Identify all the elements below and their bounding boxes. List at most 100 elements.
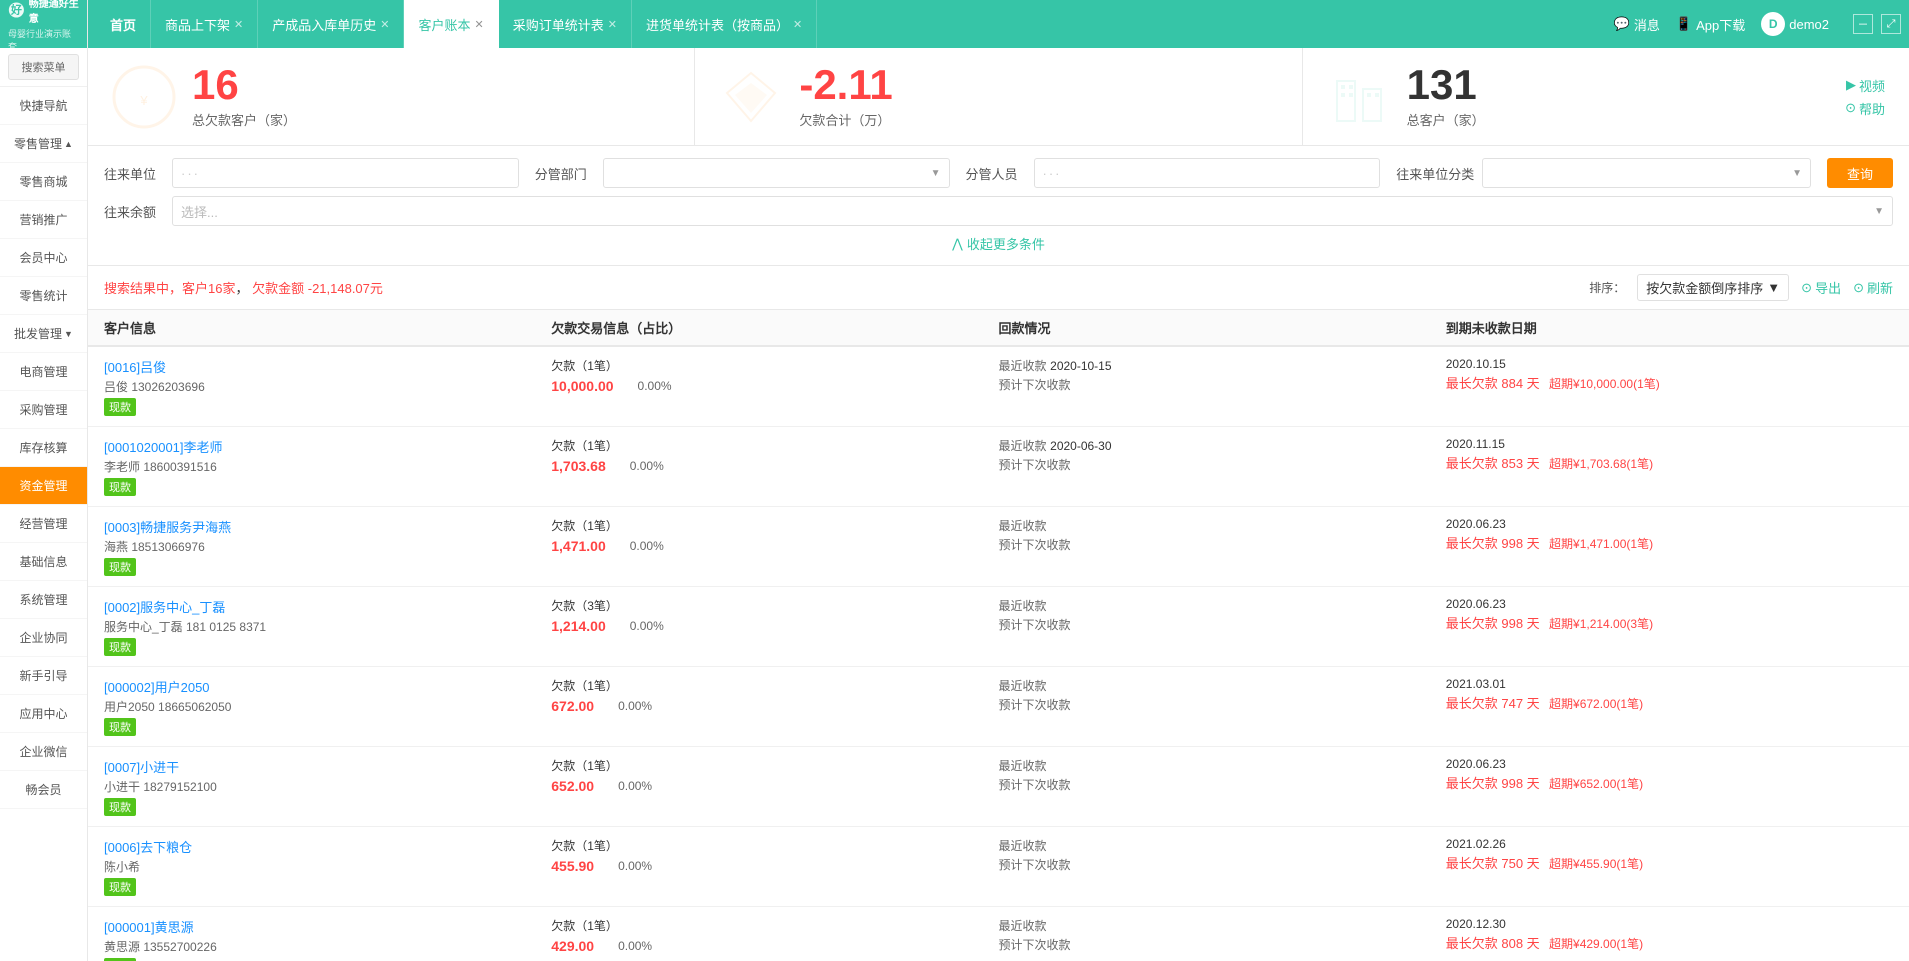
expire-cell-4: 2020.06.23 最长欠款 998 天 超期¥1,214.00(3笔): [1446, 597, 1893, 632]
filter-balance-placeholder: 选择...: [181, 202, 218, 221]
export-btn[interactable]: ⊙ 导出: [1801, 278, 1841, 297]
customer-code-8[interactable]: [000001]黄思源: [104, 920, 194, 935]
tab-purchase-summary[interactable]: 采购订单统计表 ✕: [499, 0, 632, 48]
sidebar-item-member2[interactable]: 畅会员: [0, 771, 87, 809]
sort-select[interactable]: 按欠款金额倒序排序 ▼: [1637, 274, 1789, 301]
sidebar-item-wholesale-mgmt[interactable]: 批发管理 ▼: [0, 315, 87, 353]
debt-pct-3: 0.00%: [630, 539, 664, 553]
app-download-btn[interactable]: 📱 App下载: [1676, 15, 1745, 34]
filter-balance-select[interactable]: 选择... ▼: [172, 196, 1893, 226]
sidebar-item-system[interactable]: 系统管理: [0, 581, 87, 619]
customer-code-5[interactable]: [000002]用户2050: [104, 680, 210, 695]
return-label-1: 最近收款: [999, 359, 1047, 373]
sidebar-item-inventory[interactable]: 库存核算: [0, 429, 87, 467]
overdue-link-7[interactable]: 超期¥455.90(1笔): [1549, 857, 1643, 871]
stat-number-debt-customers: 16: [192, 64, 670, 106]
collapse-label: 收起更多条件: [967, 234, 1045, 253]
sidebar-item-retail-mgmt[interactable]: 零售管理 ▲: [0, 125, 87, 163]
tab-home[interactable]: 首页: [96, 0, 151, 48]
filter-dept-label: 分管部门: [535, 164, 595, 183]
expire-cell-5: 2021.03.01 最长欠款 747 天 超期¥672.00(1笔): [1446, 677, 1893, 712]
overdue-link-1[interactable]: 超期¥10,000.00(1笔): [1549, 377, 1660, 391]
sidebar-item-ecommerce[interactable]: 电商管理: [0, 353, 87, 391]
sidebar-search[interactable]: 搜索菜单: [0, 48, 87, 87]
customer-code-3[interactable]: [0003]畅捷服务尹海燕: [104, 520, 231, 535]
help-btn[interactable]: ⊙ 帮助: [1845, 99, 1885, 118]
expire-date-7: 2021.02.26: [1446, 837, 1893, 851]
tab-close-icon[interactable]: ✕: [793, 18, 802, 31]
sidebar-item-retail-mall[interactable]: 零售商城: [0, 163, 87, 201]
sidebar-item-guide[interactable]: 新手引导: [0, 657, 87, 695]
sidebar-item-operations[interactable]: 经营管理: [0, 505, 87, 543]
tab-purchase-stats[interactable]: 进货单统计表（按商品） ✕: [632, 0, 817, 48]
debt-cell-4: 欠款（3笔） 1,214.00 0.00%: [551, 597, 998, 634]
sidebar-item-member[interactable]: 会员中心: [0, 239, 87, 277]
debt-row-6: 652.00 0.00%: [551, 778, 998, 794]
header-debt-info: 欠款交易信息（占比）: [551, 318, 998, 337]
filter-person: 分管人员 ···: [966, 158, 1381, 188]
result-actions: 排序： 按欠款金额倒序排序 ▼ ⊙ 导出 ⊙ 刷新: [1589, 274, 1893, 301]
search-button[interactable]: 查询: [1827, 158, 1893, 188]
sidebar-item-purchase[interactable]: 采购管理: [0, 391, 87, 429]
tab-customer-account[interactable]: 客户账本 ✕: [404, 0, 498, 48]
sidebar-item-finance[interactable]: 资金管理: [0, 467, 87, 505]
tab-close-icon[interactable]: ✕: [608, 18, 617, 31]
tab-close-icon[interactable]: ✕: [475, 18, 484, 31]
overdue-link-3[interactable]: 超期¥1,471.00(1笔): [1549, 537, 1653, 551]
tab-production-history[interactable]: 产成品入库单历史 ✕: [258, 0, 404, 48]
stat-label-debt-customers: 总欠款客户（家）: [192, 110, 670, 129]
sidebar-item-quick-nav[interactable]: 快捷导航: [0, 87, 87, 125]
sidebar-item-wechat[interactable]: 企业微信: [0, 733, 87, 771]
return-cell-5: 最近收款 预计下次收款: [999, 677, 1446, 713]
customer-code-6[interactable]: [0007]小进干: [104, 760, 179, 775]
page-content: ¥ 16 总欠款客户（家） -2.11 欠款合计（: [88, 48, 1909, 961]
tab-close-icon[interactable]: ✕: [234, 18, 243, 31]
sidebar-item-basic-info[interactable]: 基础信息: [0, 543, 87, 581]
sidebar-item-apps[interactable]: 应用中心: [0, 695, 87, 733]
maximize-btn[interactable]: ⤢: [1881, 14, 1901, 34]
refresh-btn[interactable]: ⊙ 刷新: [1853, 278, 1893, 297]
minimize-btn[interactable]: －: [1853, 14, 1873, 34]
sidebar-item-enterprise[interactable]: 企业协同: [0, 619, 87, 657]
search-menu-btn[interactable]: 搜索菜单: [8, 54, 79, 80]
table-row: [0016]吕俊 吕俊 13026203696 现款 欠款（1笔） 10,000…: [88, 347, 1909, 427]
message-icon: 💬: [1614, 16, 1630, 32]
debt-count-3: 欠款（1笔）: [551, 517, 998, 534]
overdue-link-6[interactable]: 超期¥652.00(1笔): [1549, 777, 1643, 791]
filter-person-input[interactable]: ···: [1034, 158, 1381, 188]
return-cell-8: 最近收款 预计下次收款: [999, 917, 1446, 953]
tab-close-icon[interactable]: ✕: [380, 18, 389, 31]
sidebar-item-marketing[interactable]: 营销推广: [0, 201, 87, 239]
help-label: 帮助: [1859, 99, 1885, 118]
overdue-link-8[interactable]: 超期¥429.00(1笔): [1549, 937, 1643, 951]
overdue-link-2[interactable]: 超期¥1,703.68(1笔): [1549, 457, 1653, 471]
debt-cell-7: 欠款（1笔） 455.90 0.00%: [551, 837, 998, 874]
sidebar-item-retail-stats[interactable]: 零售统计: [0, 277, 87, 315]
filter-customer-input[interactable]: ···: [172, 158, 519, 188]
message-btn[interactable]: 💬 消息: [1614, 15, 1660, 34]
expire-date-6: 2020.06.23: [1446, 757, 1893, 771]
user-avatar[interactable]: D demo2: [1761, 12, 1829, 36]
customer-code-1[interactable]: [0016]吕俊: [104, 360, 166, 375]
customer-code-2[interactable]: [0001020001]李老师: [104, 440, 223, 455]
filter-dept-select[interactable]: ▼: [603, 158, 950, 188]
header-customer-info: 客户信息: [104, 318, 551, 337]
collapse-filter-btn[interactable]: ⋀ 收起更多条件: [104, 234, 1893, 253]
header-return-info: 回款情况: [999, 318, 1446, 337]
overdue-days-2: 最长欠款 853 天: [1446, 456, 1540, 471]
tab-product-listing[interactable]: 商品上下架 ✕: [151, 0, 258, 48]
return-cell-3: 最近收款 预计下次收款: [999, 517, 1446, 553]
sidebar: 好 畅捷通好生意 母婴行业演示账套 搜索菜单 快捷导航 零售管理 ▲ 零售商城 …: [0, 0, 88, 961]
debt-pct-7: 0.00%: [618, 859, 652, 873]
overdue-link-4[interactable]: 超期¥1,214.00(3笔): [1549, 617, 1653, 631]
overdue-link-5[interactable]: 超期¥672.00(1笔): [1549, 697, 1643, 711]
return-next-1: 预计下次收款: [999, 376, 1446, 393]
tab-purchase-label: 采购订单统计表: [513, 15, 604, 34]
customer-code-4[interactable]: [0002]服务中心_丁磊: [104, 600, 225, 615]
return-next-5: 预计下次收款: [999, 696, 1446, 713]
customer-code-7[interactable]: [0006]去下粮仓: [104, 840, 192, 855]
customer-tag-2: 现款: [104, 478, 136, 496]
video-btn[interactable]: ▶ 视频: [1846, 76, 1885, 95]
filter-category-select[interactable]: ▼: [1482, 158, 1811, 188]
return-label-6: 最近收款: [999, 759, 1047, 773]
